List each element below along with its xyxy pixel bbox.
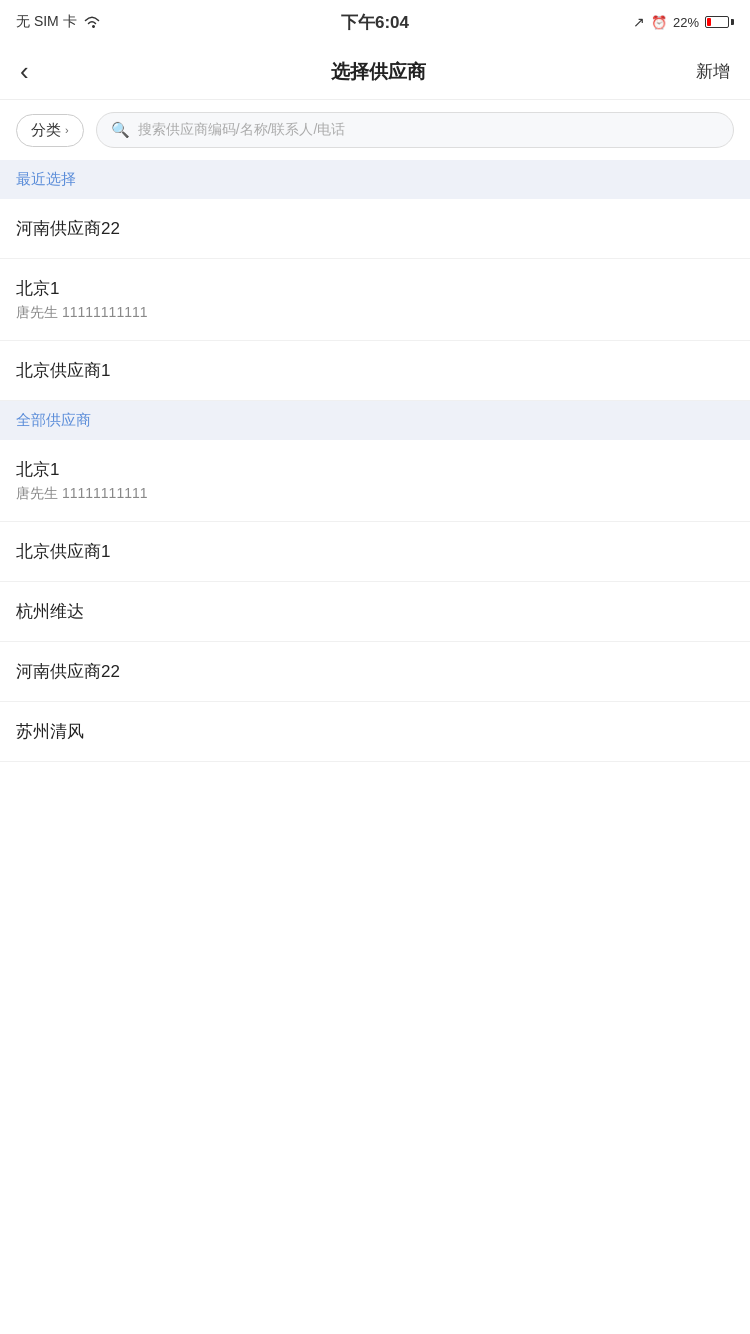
all-section-label: 全部供应商: [16, 411, 91, 428]
category-button[interactable]: 分类 ›: [16, 114, 84, 147]
filter-bar: 分类 › 🔍 搜索供应商编码/名称/联系人/电话: [0, 100, 750, 160]
item-name: 北京供应商1: [16, 540, 734, 563]
search-box[interactable]: 🔍 搜索供应商编码/名称/联系人/电话: [96, 112, 734, 148]
item-name: 苏州清风: [16, 720, 734, 743]
recent-list: 河南供应商22 北京1 唐先生 11111111111 北京供应商1: [0, 199, 750, 401]
nav-bar: ‹ 选择供应商 新增: [0, 44, 750, 100]
back-button[interactable]: ‹: [20, 56, 60, 87]
recent-list-item[interactable]: 河南供应商22: [0, 199, 750, 259]
status-bar: 无 SIM 卡 下午6:04 ↗ ⏰ 22%: [0, 0, 750, 44]
item-name: 河南供应商22: [16, 660, 734, 683]
recent-list-item[interactable]: 北京供应商1: [0, 341, 750, 401]
all-list: 北京1 唐先生 11111111111 北京供应商1 杭州维达河南供应商22 苏州清…: [0, 440, 750, 762]
item-name: 杭州维达: [16, 600, 734, 623]
all-list-item[interactable]: 河南供应商22: [0, 642, 750, 702]
recent-list-item[interactable]: 北京1 唐先生 11111111111: [0, 259, 750, 341]
page-title: 选择供应商: [331, 59, 426, 85]
item-sub: 唐先生 11111111111: [16, 304, 734, 322]
no-sim-label: 无 SIM 卡: [16, 13, 77, 31]
search-icon: 🔍: [111, 121, 130, 139]
item-name: 北京供应商1: [16, 359, 734, 382]
recent-section-header: 最近选择: [0, 160, 750, 199]
status-left: 无 SIM 卡: [16, 13, 101, 31]
wifi-icon: [83, 15, 101, 29]
item-name: 北京1: [16, 277, 734, 300]
all-list-item[interactable]: 北京1 唐先生 11111111111: [0, 440, 750, 522]
all-section-header: 全部供应商: [0, 401, 750, 440]
add-button[interactable]: 新增: [696, 60, 730, 83]
battery-percent: 22%: [673, 15, 699, 30]
item-sub: 唐先生 11111111111: [16, 485, 734, 503]
location-icon: ↗: [633, 14, 645, 30]
search-placeholder: 搜索供应商编码/名称/联系人/电话: [138, 121, 346, 139]
category-label: 分类: [31, 121, 61, 140]
status-time: 下午6:04: [341, 11, 409, 34]
all-list-item[interactable]: 北京供应商1: [0, 522, 750, 582]
all-list-item[interactable]: 苏州清风: [0, 702, 750, 762]
recent-section-label: 最近选择: [16, 170, 76, 187]
status-right: ↗ ⏰ 22%: [633, 14, 734, 30]
alarm-icon: ⏰: [651, 15, 667, 30]
chevron-right-icon: ›: [65, 124, 69, 136]
battery-indicator: [705, 16, 734, 28]
item-name: 河南供应商22: [16, 217, 734, 240]
item-name: 北京1: [16, 458, 734, 481]
all-list-item[interactable]: 杭州维达: [0, 582, 750, 642]
